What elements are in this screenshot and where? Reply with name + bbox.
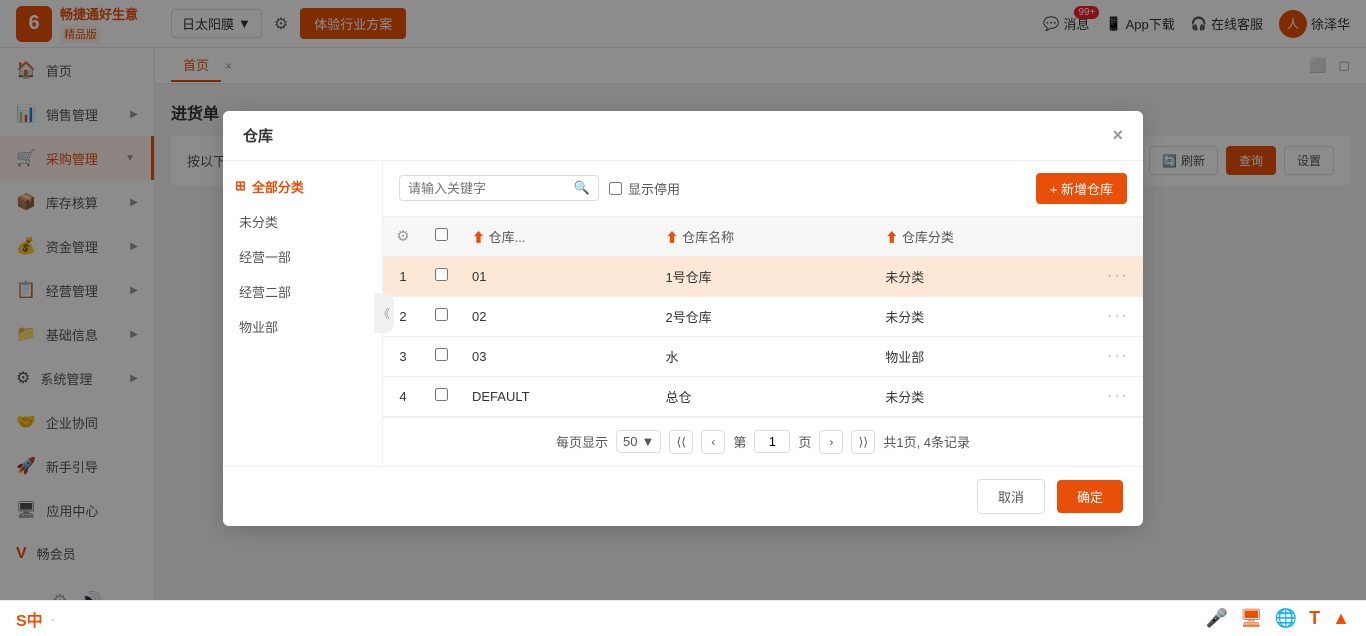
- search-box: 🔍: [399, 175, 599, 201]
- page-label: 页: [798, 432, 811, 451]
- modal-toolbar: 🔍 显示停用 + 新增仓库: [383, 161, 1143, 217]
- row-index: 4: [383, 376, 423, 416]
- row-name: 总仓: [653, 376, 873, 416]
- row-name: 1号仓库: [653, 256, 873, 296]
- network-icon[interactable]: 🌐: [1275, 608, 1297, 629]
- row-code: 03: [460, 336, 653, 376]
- all-categories-button[interactable]: ⊞ 全部分类: [223, 169, 382, 204]
- cancel-button[interactable]: 取消: [977, 479, 1045, 514]
- row-actions-button[interactable]: ···: [1107, 347, 1129, 364]
- search-icon[interactable]: 🔍: [574, 180, 590, 196]
- category-operations-2[interactable]: 经营二部: [223, 274, 382, 309]
- first-page-button[interactable]: ⟨⟨: [669, 430, 693, 454]
- table-row[interactable]: 1 01 1号仓库 未分类 ···: [383, 256, 1143, 296]
- per-page-select[interactable]: 50 ▼: [616, 430, 661, 453]
- row-index: 1: [383, 256, 423, 296]
- chevron-down-icon3: ▼: [641, 434, 654, 449]
- select-all-checkbox[interactable]: [435, 228, 448, 241]
- table-row[interactable]: 3 03 水 物业部 ···: [383, 336, 1143, 376]
- category-unclassified[interactable]: 未分类: [223, 204, 382, 239]
- row-index: 3: [383, 336, 423, 376]
- modal-close-button[interactable]: ×: [1112, 125, 1123, 146]
- col-category: ⬆ 仓库分类: [873, 217, 1093, 257]
- next-page-button[interactable]: ›: [819, 430, 843, 454]
- text-icon[interactable]: T: [1309, 608, 1320, 629]
- sort-icon: ⬆: [472, 230, 485, 245]
- search-input[interactable]: [408, 181, 568, 196]
- table-row[interactable]: 2 02 2号仓库 未分类 ···: [383, 296, 1143, 336]
- table-row[interactable]: 4 DEFAULT 总仓 未分类 ···: [383, 376, 1143, 416]
- category-property[interactable]: 物业部: [223, 309, 382, 344]
- confirm-button[interactable]: 确定: [1057, 480, 1123, 513]
- modal-title: 仓库: [243, 125, 273, 146]
- row-code: 01: [460, 256, 653, 296]
- col-code: ⬆ 仓库...: [460, 217, 653, 257]
- per-page-label: 每页显示: [556, 432, 608, 451]
- row-checkbox[interactable]: [435, 268, 448, 281]
- warehouse-table: ⚙ ⬆ 仓库... ⬆: [383, 217, 1143, 417]
- mic-icon[interactable]: 🎤: [1205, 608, 1227, 629]
- row-actions-button[interactable]: ···: [1107, 267, 1129, 284]
- bottom-bar: S中 · 🎤 🖥 🌐 T ▲: [0, 600, 1366, 636]
- modal-footer: 取消 确定: [223, 466, 1143, 526]
- category-operations-1[interactable]: 经营一部: [223, 239, 382, 274]
- modal-pagination: 每页显示 50 ▼ ⟨⟨ ‹ 第 页 › ⟩⟩ 共1页, 4条记录: [383, 417, 1143, 466]
- row-actions-button[interactable]: ···: [1107, 387, 1129, 404]
- warehouse-modal: 仓库 × ⊞ 全部分类 未分类 经营一部 经营二部 物业部 《: [223, 111, 1143, 526]
- row-actions-button[interactable]: ···: [1107, 307, 1129, 324]
- total-info: 共1页, 4条记录: [883, 432, 970, 451]
- table-settings-icon[interactable]: ⚙: [396, 228, 409, 245]
- modal-body: ⊞ 全部分类 未分类 经营一部 经营二部 物业部 《 🔍: [223, 161, 1143, 466]
- show-disabled-checkbox[interactable]: [609, 182, 622, 195]
- modal-overlay: 仓库 × ⊞ 全部分类 未分类 经营一部 经营二部 物业部 《: [0, 0, 1366, 636]
- row-category: 未分类: [873, 376, 1093, 416]
- row-category: 未分类: [873, 296, 1093, 336]
- row-category: 未分类: [873, 256, 1093, 296]
- modal-sidebar: ⊞ 全部分类 未分类 经营一部 经营二部 物业部 《: [223, 161, 383, 466]
- page-number-input[interactable]: [754, 430, 790, 453]
- sort-icon2: ⬆: [665, 230, 678, 245]
- bottom-left: S中 ·: [16, 607, 55, 631]
- row-code: 02: [460, 296, 653, 336]
- modal-header: 仓库 ×: [223, 111, 1143, 161]
- show-disabled-checkbox-label[interactable]: 显示停用: [609, 179, 680, 198]
- row-code: DEFAULT: [460, 376, 653, 416]
- row-name: 水: [653, 336, 873, 376]
- last-page-button[interactable]: ⟩⟩: [851, 430, 875, 454]
- row-checkbox[interactable]: [435, 348, 448, 361]
- brand-logo-bottom: S中: [16, 607, 43, 631]
- warehouse-table-wrap: ⚙ ⬆ 仓库... ⬆: [383, 217, 1143, 417]
- row-name: 2号仓库: [653, 296, 873, 336]
- row-checkbox[interactable]: [435, 308, 448, 321]
- collapse-sidebar-button[interactable]: 《: [374, 293, 394, 333]
- arrow-up-icon[interactable]: ▲: [1332, 608, 1350, 629]
- monitor-icon[interactable]: 🖥: [1240, 608, 1263, 629]
- grid-icon: ⊞: [235, 178, 246, 194]
- row-category: 物业部: [873, 336, 1093, 376]
- prev-page-button[interactable]: ‹: [701, 430, 725, 454]
- modal-main: 🔍 显示停用 + 新增仓库: [383, 161, 1143, 466]
- col-name: ⬆ 仓库名称: [653, 217, 873, 257]
- add-warehouse-button[interactable]: + 新增仓库: [1036, 173, 1127, 204]
- bottom-right: 🎤 🖥 🌐 T ▲: [1205, 608, 1350, 629]
- row-checkbox[interactable]: [435, 388, 448, 401]
- sort-icon3: ⬆: [885, 230, 898, 245]
- page-word: 第: [733, 432, 746, 451]
